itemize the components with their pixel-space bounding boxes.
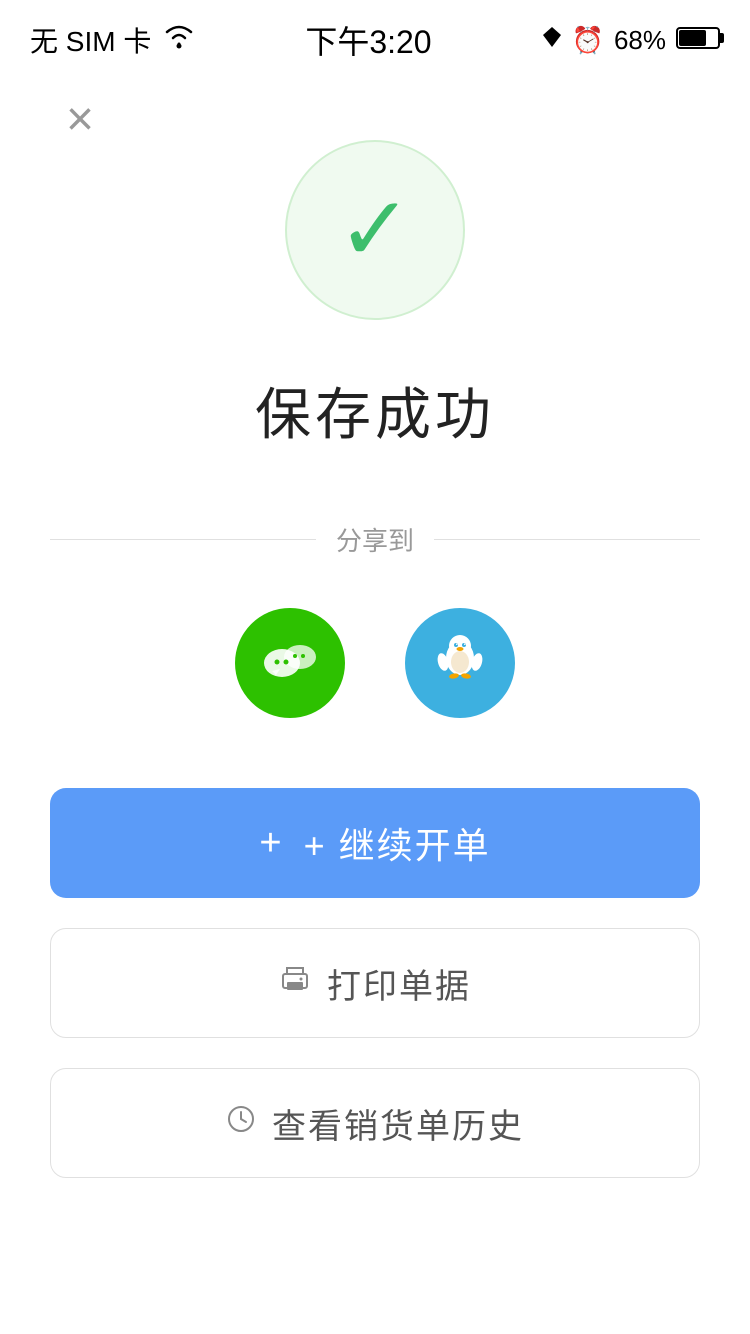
- divider-right: [434, 539, 700, 540]
- alarm-icon: ⏰: [572, 25, 604, 56]
- plus-icon: +: [259, 822, 283, 865]
- battery-percentage: 68%: [614, 25, 666, 56]
- share-section: 分享到: [0, 521, 750, 788]
- success-title: 保存成功: [255, 370, 495, 451]
- status-bar: 无 SIM 卡 下午3:20 ⏰ 68%: [0, 0, 750, 80]
- share-icons-row: [50, 608, 700, 718]
- checkmark-icon: ✓: [337, 185, 412, 275]
- close-button[interactable]: ×: [50, 90, 110, 150]
- wifi-icon: [163, 24, 195, 57]
- location-icon: [542, 25, 562, 56]
- print-button[interactable]: 打印单据: [50, 928, 700, 1038]
- history-icon: [226, 1104, 256, 1143]
- divider-left: [50, 539, 316, 540]
- share-label: 分享到: [336, 521, 414, 558]
- status-right: ⏰ 68%: [542, 25, 720, 56]
- history-button[interactable]: 查看销货单历史: [50, 1068, 700, 1178]
- close-icon: ×: [66, 96, 94, 144]
- main-content: ✓ 保存成功 分享到: [0, 80, 750, 1178]
- history-label: 查看销货单历史: [272, 1099, 524, 1148]
- success-circle: ✓: [285, 140, 465, 320]
- qq-share-button[interactable]: [405, 608, 515, 718]
- print-icon: [279, 964, 311, 1003]
- battery-icon: [676, 25, 720, 56]
- share-divider: 分享到: [50, 521, 700, 558]
- status-left: 无 SIM 卡: [30, 20, 195, 60]
- wechat-share-button[interactable]: [235, 608, 345, 718]
- print-label: 打印单据: [327, 959, 471, 1008]
- continue-button[interactable]: + + 继续开单: [50, 788, 700, 898]
- no-sim-text: 无 SIM 卡: [30, 20, 151, 60]
- action-buttons: + + 继续开单 打印单据 查看销货单历: [0, 788, 750, 1178]
- status-time: 下午3:20: [305, 17, 431, 63]
- continue-label: + 继续开单: [304, 817, 491, 869]
